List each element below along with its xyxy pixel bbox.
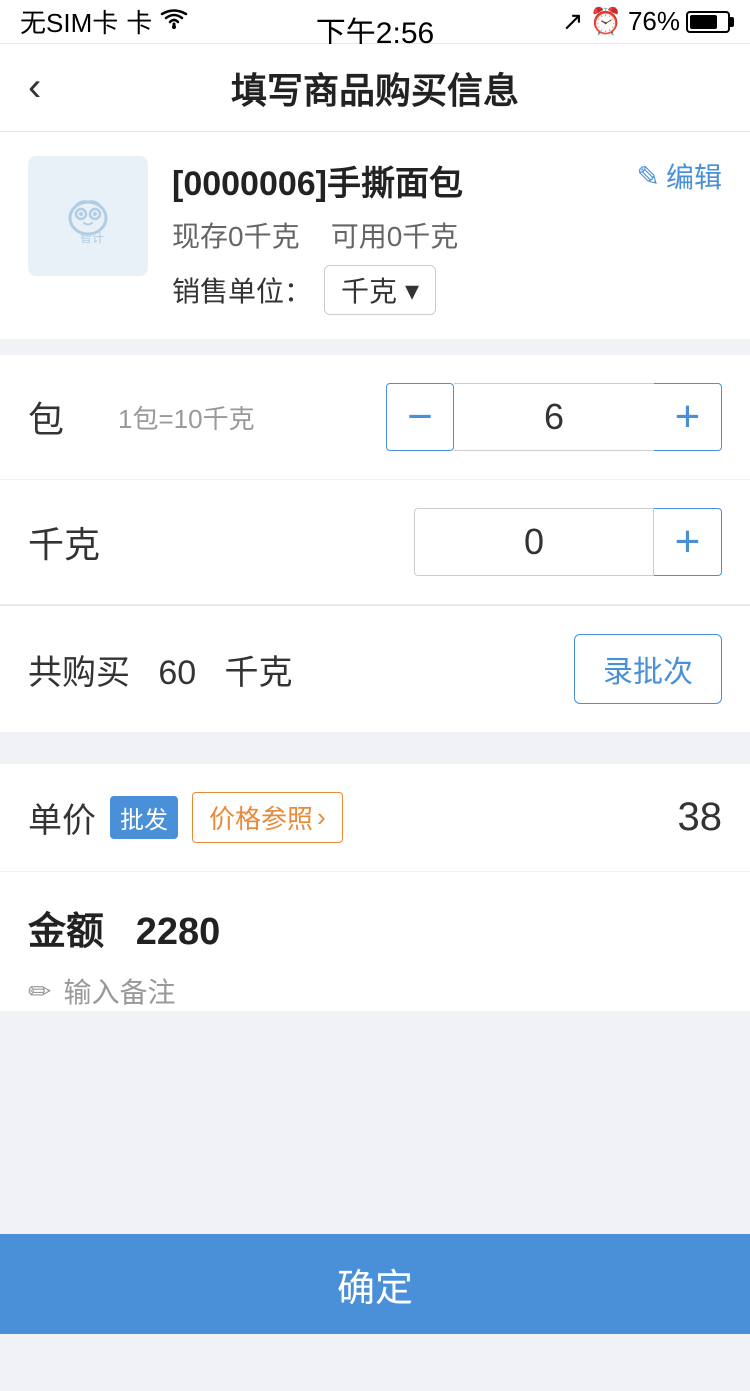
- wifi-icon: [160, 6, 188, 37]
- qty-input-kg[interactable]: [414, 508, 654, 576]
- status-bar: 无SIM卡 卡 下午2:56 ↗ ⏰ 76%: [0, 0, 750, 44]
- svg-text:智计: 智计: [80, 230, 104, 245]
- price-section: 单价 批发 价格参照 › 38: [0, 764, 750, 872]
- amount-label: 金额: [28, 911, 104, 953]
- qty-row-bag: 包 1包=10千克 − +: [0, 355, 750, 480]
- qty-controls-kg: +: [414, 508, 722, 576]
- price-ref-arrow: ›: [317, 802, 326, 833]
- qty-plus-kg[interactable]: +: [654, 508, 722, 576]
- page-title: 填写商品购买信息: [231, 62, 519, 114]
- alarm-icon: ⏰: [590, 6, 622, 37]
- total-row: 共购买 60 千克 录批次: [0, 605, 750, 732]
- quantity-section: 包 1包=10千克 − + 千克 +: [0, 355, 750, 605]
- batch-button[interactable]: 录批次: [574, 634, 722, 704]
- qty-controls-bag: − +: [386, 383, 722, 451]
- product-card: 智计 [0000006]手撕面包 现存0千克 可用0千克 销售单位： 千克 ▾ …: [0, 132, 750, 339]
- edit-label: 编辑: [666, 156, 722, 196]
- price-ref-button[interactable]: 价格参照 ›: [192, 792, 343, 843]
- battery-icon: [686, 11, 730, 33]
- qty-minus-bag[interactable]: −: [386, 383, 454, 451]
- unit-select[interactable]: 千克 ▾: [324, 265, 436, 315]
- amount-section: 金额 2280 ✏ 输入备注: [0, 872, 750, 1011]
- amount-value: 2280: [136, 911, 221, 953]
- unit-row: 销售单位： 千克 ▾: [172, 265, 722, 315]
- price-label: 单价: [28, 793, 96, 842]
- nav-bar: ‹ 填写商品购买信息: [0, 44, 750, 132]
- confirm-button-label: 确定: [337, 1257, 413, 1312]
- unit-value: 千克: [341, 270, 397, 310]
- unit-label: 销售单位：: [172, 270, 312, 310]
- unit-dropdown-icon: ▾: [405, 274, 419, 307]
- qty-input-bag[interactable]: [454, 383, 654, 451]
- price-ref-label: 价格参照: [209, 799, 313, 836]
- section-divider: [0, 748, 750, 764]
- edit-icon: ✎: [637, 160, 660, 193]
- price-value: 38: [678, 795, 723, 840]
- carrier-text: 无SIM卡: [20, 3, 118, 40]
- total-value: 60: [158, 654, 196, 692]
- stock-text: 现存0千克: [172, 221, 300, 252]
- remark-icon: ✏: [28, 975, 51, 1008]
- remark-row[interactable]: ✏ 输入备注: [28, 971, 722, 1011]
- confirm-bar[interactable]: 确定: [0, 1234, 750, 1334]
- status-left: 无SIM卡 卡: [20, 3, 188, 40]
- total-text: 共购买 60 千克: [28, 645, 293, 694]
- total-unit: 千克: [225, 654, 293, 692]
- location-icon: ↗: [562, 6, 584, 37]
- total-label: 共购买: [28, 654, 130, 692]
- remark-placeholder: 输入备注: [63, 971, 175, 1011]
- empty-area: [0, 1011, 750, 1391]
- qty-plus-bag[interactable]: +: [654, 383, 722, 451]
- sim-card-icon: 卡: [126, 3, 152, 40]
- product-stock: 现存0千克 可用0千克: [172, 215, 722, 255]
- qty-row-kg: 千克 +: [0, 480, 750, 605]
- amount-text: 金额 2280: [28, 900, 722, 955]
- available-text: 可用0千克: [331, 221, 459, 252]
- battery-percent: 76%: [628, 6, 680, 37]
- product-image: 智计: [28, 156, 148, 276]
- qty-label-bag: 包: [28, 391, 108, 443]
- status-right: ↗ ⏰ 76%: [562, 6, 730, 37]
- price-type-tag: 批发: [110, 796, 178, 839]
- qty-hint-bag: 1包=10千克: [118, 399, 386, 436]
- edit-button[interactable]: ✎ 编辑: [637, 156, 722, 196]
- qty-label-kg: 千克: [28, 516, 108, 568]
- back-button[interactable]: ‹: [28, 65, 41, 110]
